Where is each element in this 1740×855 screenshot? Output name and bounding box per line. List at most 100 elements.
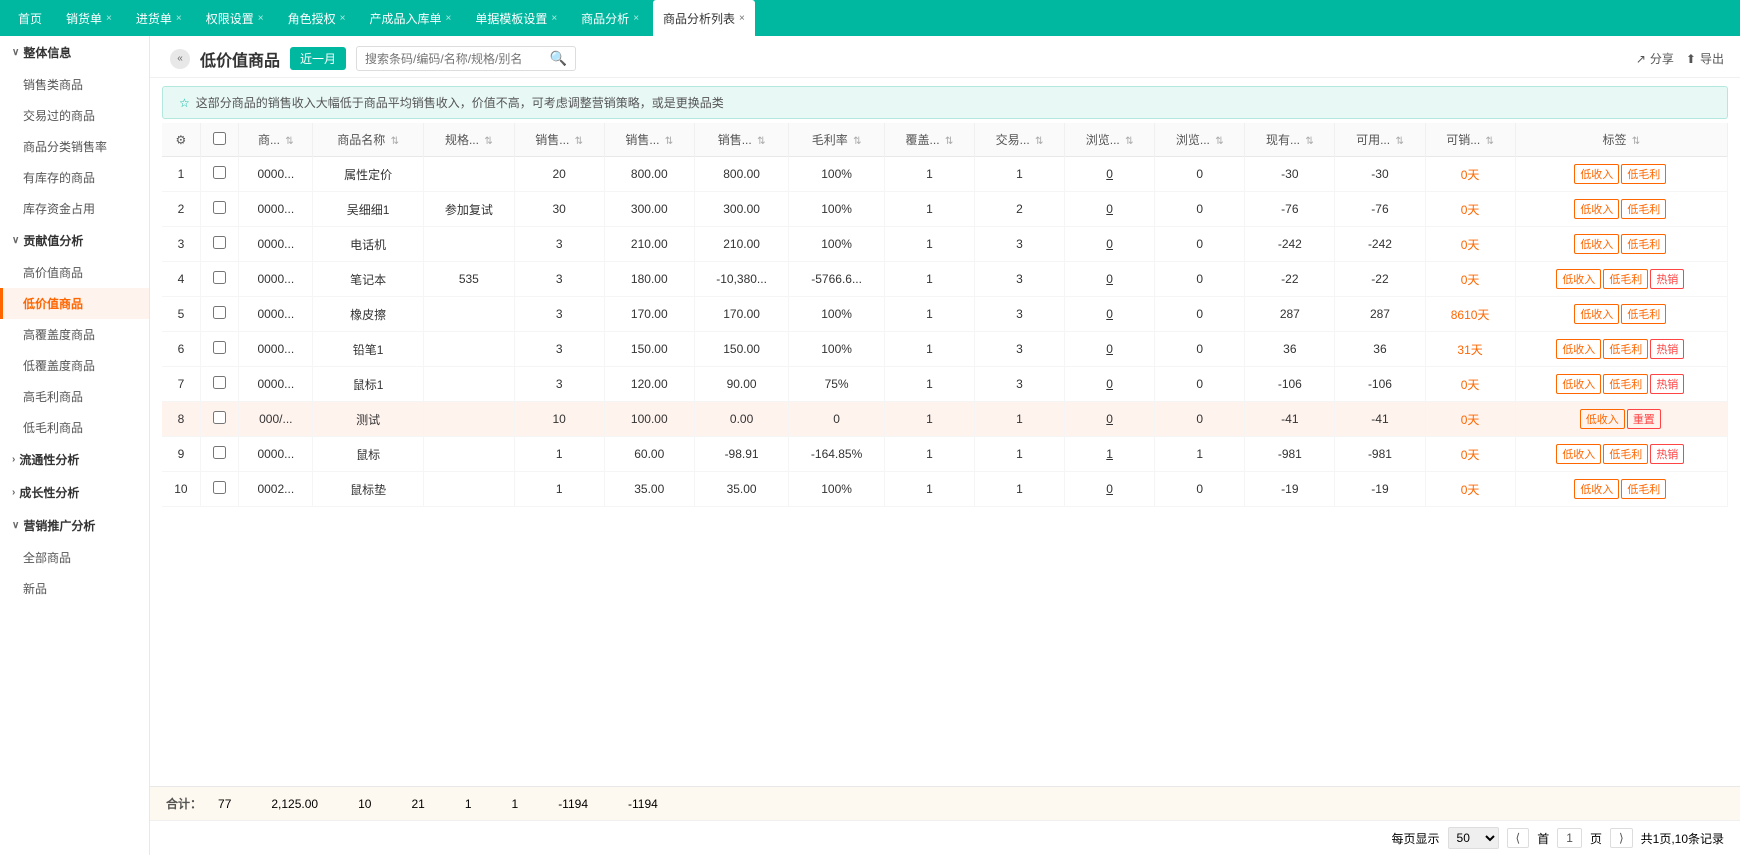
cell-browse1[interactable]: 0 <box>1065 472 1155 507</box>
col-coverage[interactable]: 覆盖... ⇅ <box>884 123 974 157</box>
cell-browse1[interactable]: 0 <box>1065 402 1155 437</box>
cell-checkbox[interactable] <box>200 227 239 262</box>
row-checkbox[interactable] <box>213 236 226 249</box>
col-qty[interactable]: 销售... ⇅ <box>514 123 604 157</box>
nav-product-analysis-list[interactable]: 商品分析列表 × <box>653 0 755 36</box>
cell-browse1[interactable]: 0 <box>1065 297 1155 332</box>
col-code[interactable]: 商... ⇅ <box>239 123 313 157</box>
cell-checkbox[interactable] <box>200 157 239 192</box>
cell-checkbox[interactable] <box>200 332 239 367</box>
cell-browse1[interactable]: 0 <box>1065 192 1155 227</box>
nav-product-analysis[interactable]: 商品分析 × <box>571 0 649 36</box>
period-button[interactable]: 近一月 <box>290 47 346 70</box>
cell-browse2: 0 <box>1155 402 1245 437</box>
row-checkbox[interactable] <box>213 306 226 319</box>
share-button[interactable]: ↗ 分享 <box>1636 50 1674 67</box>
cell-browse1[interactable]: 0 <box>1065 157 1155 192</box>
col-current[interactable]: 现有... ⇅ <box>1245 123 1335 157</box>
footer-qty: 77 <box>218 797 231 811</box>
cell-checkbox[interactable] <box>200 472 239 507</box>
cell-browse1[interactable]: 1 <box>1065 437 1155 472</box>
cell-coverage: 1 <box>884 227 974 262</box>
close-icon[interactable]: × <box>633 13 639 24</box>
sidebar-item-low-margin[interactable]: 低毛利商品 <box>0 412 149 443</box>
sidebar-section-marketing[interactable]: ∨ 营销推广分析 <box>0 509 149 542</box>
col-settings[interactable]: ⚙ <box>162 123 200 157</box>
row-checkbox[interactable] <box>213 411 226 424</box>
row-checkbox[interactable] <box>213 341 226 354</box>
cell-checkbox[interactable] <box>200 437 239 472</box>
current-page-input[interactable]: 1 <box>1557 828 1582 848</box>
search-icon[interactable]: 🔍 <box>550 50 567 67</box>
nav-home[interactable]: 首页 <box>8 0 52 36</box>
close-icon[interactable]: × <box>176 13 182 24</box>
close-icon[interactable]: × <box>340 13 346 24</box>
nav-purchase-order[interactable]: 进货单 × <box>126 0 192 36</box>
col-available[interactable]: 可用... ⇅ <box>1335 123 1425 157</box>
row-checkbox[interactable] <box>213 201 226 214</box>
cell-trade: 3 <box>974 262 1064 297</box>
close-icon[interactable]: × <box>258 13 264 24</box>
nav-product-entry[interactable]: 产成品入库单 × <box>359 0 461 36</box>
row-checkbox[interactable] <box>213 446 226 459</box>
cell-checkbox[interactable] <box>200 192 239 227</box>
close-icon[interactable]: × <box>106 13 112 24</box>
cell-checkbox[interactable] <box>200 402 239 437</box>
sidebar-item-sales-products[interactable]: 销售类商品 <box>0 69 149 100</box>
cell-checkbox[interactable] <box>200 367 239 402</box>
cell-checkbox[interactable] <box>200 262 239 297</box>
cell-browse1[interactable]: 0 <box>1065 367 1155 402</box>
close-icon[interactable]: × <box>739 13 745 24</box>
first-page-button[interactable]: ⟨ <box>1507 828 1530 848</box>
col-browse1[interactable]: 浏览... ⇅ <box>1065 123 1155 157</box>
nav-permission-settings[interactable]: 权限设置 × <box>196 0 274 36</box>
row-checkbox[interactable] <box>213 481 226 494</box>
search-input[interactable] <box>365 52 544 66</box>
sidebar-item-high-margin[interactable]: 高毛利商品 <box>0 381 149 412</box>
sidebar-section-overall[interactable]: ∨ 整体信息 <box>0 36 149 69</box>
col-browse2[interactable]: 浏览... ⇅ <box>1155 123 1245 157</box>
page-size-select[interactable]: 50 100 200 <box>1448 827 1499 849</box>
sidebar-section-contribution[interactable]: ∨ 贡献值分析 <box>0 224 149 257</box>
row-checkbox[interactable] <box>213 166 226 179</box>
sidebar-item-high-coverage[interactable]: 高覆盖度商品 <box>0 319 149 350</box>
cell-browse1[interactable]: 0 <box>1065 332 1155 367</box>
col-tags[interactable]: 标签 ⇅ <box>1515 123 1727 157</box>
footer-available: -1194 <box>628 797 658 811</box>
sidebar-item-category-sales-rate[interactable]: 商品分类销售率 <box>0 131 149 162</box>
select-all-checkbox[interactable] <box>213 132 226 145</box>
cell-browse1[interactable]: 0 <box>1065 227 1155 262</box>
next-page-button[interactable]: ⟩ <box>1610 828 1633 848</box>
col-spec[interactable]: 规格... ⇅ <box>424 123 515 157</box>
sidebar-item-high-value[interactable]: 高价值商品 <box>0 257 149 288</box>
col-amount[interactable]: 销售... ⇅ <box>694 123 789 157</box>
sidebar-section-growth[interactable]: › 成长性分析 <box>0 476 149 509</box>
cell-price: 800.00 <box>604 157 694 192</box>
sidebar-section-circulation[interactable]: › 流通性分析 <box>0 443 149 476</box>
col-checkbox[interactable] <box>200 123 239 157</box>
sidebar-item-low-coverage[interactable]: 低覆盖度商品 <box>0 350 149 381</box>
nav-sales-order[interactable]: 销货单 × <box>56 0 122 36</box>
cell-num: 5 <box>162 297 200 332</box>
nav-role-auth[interactable]: 角色授权 × <box>278 0 356 36</box>
sidebar-item-stock-capital[interactable]: 库存资金占用 <box>0 193 149 224</box>
col-price[interactable]: 销售... ⇅ <box>604 123 694 157</box>
col-trade[interactable]: 交易... ⇅ <box>974 123 1064 157</box>
close-icon[interactable]: × <box>445 13 451 24</box>
row-checkbox[interactable] <box>213 376 226 389</box>
sidebar-item-low-value[interactable]: 低价值商品 <box>0 288 149 319</box>
cell-browse1[interactable]: 0 <box>1065 262 1155 297</box>
sidebar-item-new-products[interactable]: 新品 <box>0 573 149 604</box>
export-button[interactable]: ⬆ 导出 <box>1686 50 1724 67</box>
nav-template-settings[interactable]: 单据模板设置 × <box>465 0 567 36</box>
sidebar-item-traded-products[interactable]: 交易过的商品 <box>0 100 149 131</box>
row-checkbox[interactable] <box>213 271 226 284</box>
col-name[interactable]: 商品名称 ⇅ <box>313 123 424 157</box>
sidebar-item-stock-products[interactable]: 有库存的商品 <box>0 162 149 193</box>
close-icon[interactable]: × <box>551 13 557 24</box>
sidebar-item-all-products[interactable]: 全部商品 <box>0 542 149 573</box>
col-gross-rate[interactable]: 毛利率 ⇅ <box>789 123 885 157</box>
sidebar-collapse-button[interactable]: « <box>170 49 190 69</box>
cell-checkbox[interactable] <box>200 297 239 332</box>
col-saleable[interactable]: 可销... ⇅ <box>1425 123 1515 157</box>
